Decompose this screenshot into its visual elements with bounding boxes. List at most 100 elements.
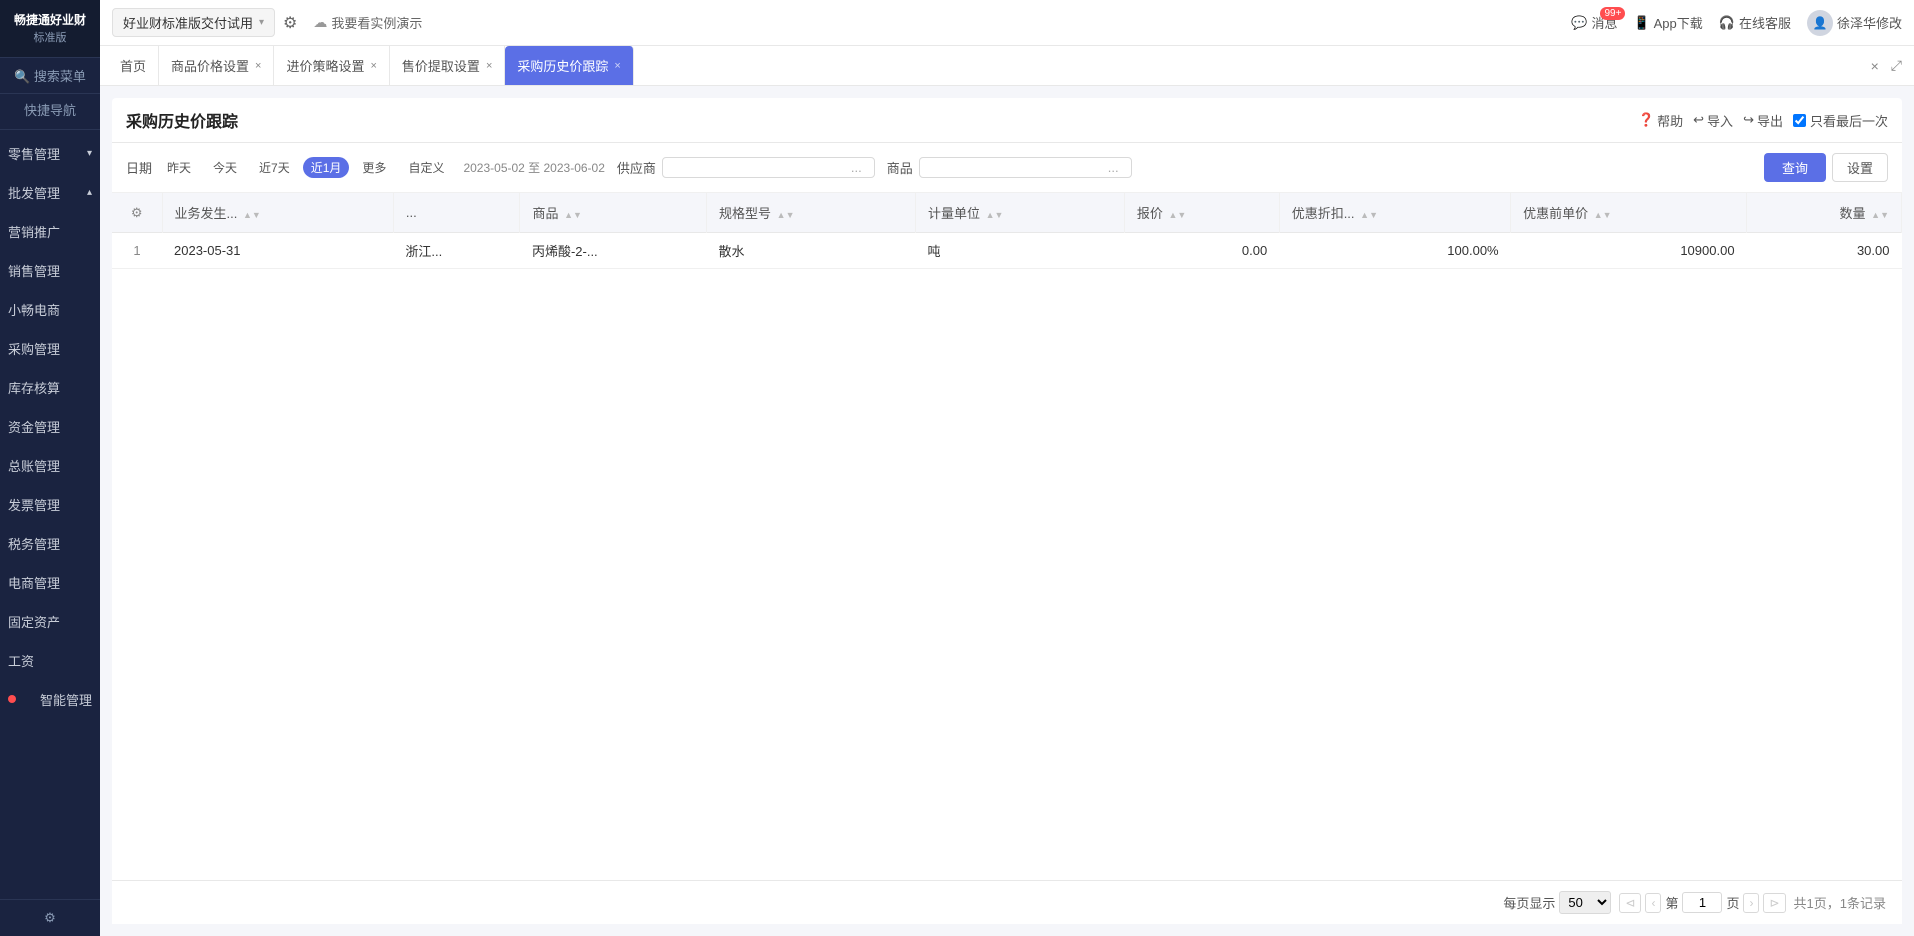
cell-supplier: 浙江... [393, 233, 520, 269]
tab-history-price[interactable]: 采购历史价跟踪 × [505, 46, 633, 85]
page-size-dropdown[interactable]: 20 50 100 200 [1559, 891, 1611, 914]
col-quantity[interactable]: 数量 ▲▼ [1747, 193, 1902, 233]
date-more-btn[interactable]: 更多 [353, 156, 395, 179]
tab-history-price-label: 采购历史价跟踪 [517, 56, 608, 75]
sidebar-search[interactable]: 🔍 搜索菜单 [0, 57, 100, 94]
prev-page-btn[interactable]: ‹ [1645, 893, 1661, 913]
sidebar-divider-1 [0, 129, 100, 130]
col-price-label: 报价 [1137, 206, 1163, 221]
query-btn[interactable]: 查询 [1764, 153, 1826, 182]
sidebar-item-finance[interactable]: 资金管理 [0, 407, 100, 446]
sidebar-item-tax[interactable]: 税务管理 [0, 524, 100, 563]
settings-icon: ⚙ [44, 910, 56, 925]
sort-spec-icon: ▲▼ [777, 210, 795, 220]
table-header-row: ⚙ 业务发生... ▲▼ ... 商品 ▲▼ [112, 193, 1902, 233]
only-last-checkbox[interactable] [1793, 114, 1806, 127]
filter-bar: 日期 昨天 今天 近7天 近1月 更多 自定义 2023-05-02 至 202… [112, 143, 1902, 193]
goods-input[interactable] [928, 160, 1104, 175]
pagination: 每页显示 20 50 100 200 ⊲ ‹ 第 页 › ⊳ 共1页，1条记录 [112, 880, 1902, 924]
app-download-btn[interactable]: 📱 App下载 [1633, 13, 1702, 32]
col-extra-label: ... [406, 205, 417, 220]
col-discount-pct[interactable]: 优惠折扣... ▲▼ [1279, 193, 1510, 233]
user-menu-btn[interactable]: 👤 徐泽华修改 [1807, 10, 1902, 36]
sidebar-quick-nav[interactable]: 快捷导航 [0, 94, 100, 125]
export-icon: ↪ [1743, 112, 1754, 128]
message-btn[interactable]: 💬 消息 99+ [1571, 13, 1617, 32]
sidebar-item-invoice[interactable]: 发票管理 [0, 485, 100, 524]
date-custom-btn[interactable]: 自定义 [399, 156, 453, 179]
sidebar-item-inventory[interactable]: 库存核算 [0, 368, 100, 407]
import-icon: ↩ [1693, 112, 1704, 128]
filter-setting-btn[interactable]: 设置 [1832, 153, 1888, 182]
col-before-discount[interactable]: 优惠前单价 ▲▼ [1511, 193, 1747, 233]
sidebar-item-fixed-assets[interactable]: 固定资产 [0, 602, 100, 641]
tab-sale-price-close[interactable]: × [486, 60, 492, 72]
demo-btn[interactable]: ☁ 我要看实例演示 [313, 13, 422, 32]
table-row[interactable]: 1 2023-05-31 浙江... 丙烯酸-2-... 散水 吨 0.00 1… [112, 233, 1902, 269]
tab-expand-btn[interactable]: ⤢ [1887, 55, 1906, 76]
supplier-dots-btn[interactable]: ... [847, 160, 866, 175]
col-goods[interactable]: 商品 ▲▼ [520, 193, 707, 233]
tab-purchase-strategy-close[interactable]: × [370, 60, 376, 72]
sidebar-item-marketing[interactable]: 营销推广 [0, 212, 100, 251]
cell-before-discount: 10900.00 [1511, 233, 1747, 269]
cell-unit: 吨 [915, 233, 1124, 269]
sidebar-settings-btn[interactable]: ⚙ [0, 899, 100, 936]
tab-home-label: 首页 [120, 56, 146, 75]
tab-home[interactable]: 首页 [108, 46, 159, 85]
sort-before-discount-icon: ▲▼ [1594, 210, 1612, 220]
sidebar-item-ecom-small[interactable]: 小畅电商 [0, 290, 100, 329]
help-btn[interactable]: ❓ 帮助 [1638, 111, 1683, 130]
export-btn[interactable]: ↪ 导出 [1743, 111, 1783, 130]
retail-arrow: ▾ [87, 148, 92, 159]
date-yesterday-btn[interactable]: 昨天 [158, 156, 200, 179]
sidebar-item-retail[interactable]: 零售管理 ▾ [0, 134, 100, 173]
sidebar-item-purchase[interactable]: 采购管理 [0, 329, 100, 368]
tab-close-all-btn[interactable]: × [1867, 56, 1883, 76]
sidebar-item-payroll[interactable]: 工资 [0, 641, 100, 680]
data-table-wrap: ⚙ 业务发生... ▲▼ ... 商品 ▲▼ [112, 193, 1902, 880]
next-page-btn[interactable]: › [1743, 893, 1759, 913]
sidebar-item-sales[interactable]: 销售管理 [0, 251, 100, 290]
sidebar-item-smart[interactable]: 智能管理 [0, 680, 100, 719]
tab-sale-price[interactable]: 售价提取设置 × [390, 46, 505, 85]
col-extra[interactable]: ... [393, 193, 520, 233]
sidebar-item-ecom[interactable]: 电商管理 [0, 563, 100, 602]
page-header: 采购历史价跟踪 ❓ 帮助 ↩ 导入 ↪ 导出 只看最后一次 [112, 98, 1902, 143]
col-unit[interactable]: 计量单位 ▲▼ [915, 193, 1124, 233]
col-price[interactable]: 报价 ▲▼ [1124, 193, 1279, 233]
sidebar-item-accounting[interactable]: 总账管理 [0, 446, 100, 485]
topbar-setting-btn[interactable]: ⚙ [283, 13, 297, 33]
last-page-btn[interactable]: ⊳ [1763, 893, 1785, 913]
cell-goods: 丙烯酸-2-... [520, 233, 707, 269]
user-label: 徐泽华修改 [1837, 13, 1902, 32]
goods-dots-btn[interactable]: ... [1104, 160, 1123, 175]
online-service-btn[interactable]: 🎧 在线客服 [1719, 13, 1791, 32]
date-last7-btn[interactable]: 近7天 [250, 156, 299, 179]
col-gear[interactable]: ⚙ [112, 193, 162, 233]
first-page-btn[interactable]: ⊲ [1619, 893, 1641, 913]
date-last1m-btn[interactable]: 近1月 [303, 157, 350, 178]
col-spec-label: 规格型号 [719, 206, 771, 221]
tab-price[interactable]: 商品价格设置 × [159, 46, 274, 85]
import-btn[interactable]: ↩ 导入 [1693, 111, 1733, 130]
message-badge: 99+ [1600, 7, 1625, 20]
page-input[interactable] [1682, 892, 1722, 913]
col-spec[interactable]: 规格型号 ▲▼ [707, 193, 916, 233]
product-selector[interactable]: 好业财标准版交付试用 ▾ [112, 8, 275, 37]
tab-purchase-strategy[interactable]: 进价策略设置 × [274, 46, 389, 85]
date-today-btn[interactable]: 今天 [204, 156, 246, 179]
tabs-bar: 首页 商品价格设置 × 进价策略设置 × 售价提取设置 × 采购历史价跟踪 × … [100, 46, 1914, 86]
only-last-checkbox-wrap[interactable]: 只看最后一次 [1793, 111, 1888, 130]
date-filter: 日期 昨天 今天 近7天 近1月 更多 自定义 2023-05-02 至 202… [126, 156, 605, 179]
cell-quantity: 30.00 [1747, 233, 1902, 269]
col-before-discount-label: 优惠前单价 [1523, 206, 1588, 221]
sidebar-item-wholesale[interactable]: 批发管理 ▴ [0, 173, 100, 212]
sidebar-logo[interactable]: 畅捷通好业财 标准版 [0, 0, 100, 57]
smart-label: 智能管理 [40, 690, 92, 709]
tab-price-close[interactable]: × [255, 60, 261, 72]
tab-history-price-close[interactable]: × [614, 60, 620, 72]
quick-nav-label: 快捷导航 [24, 103, 76, 118]
supplier-input[interactable] [671, 160, 847, 175]
col-date[interactable]: 业务发生... ▲▼ [162, 193, 393, 233]
